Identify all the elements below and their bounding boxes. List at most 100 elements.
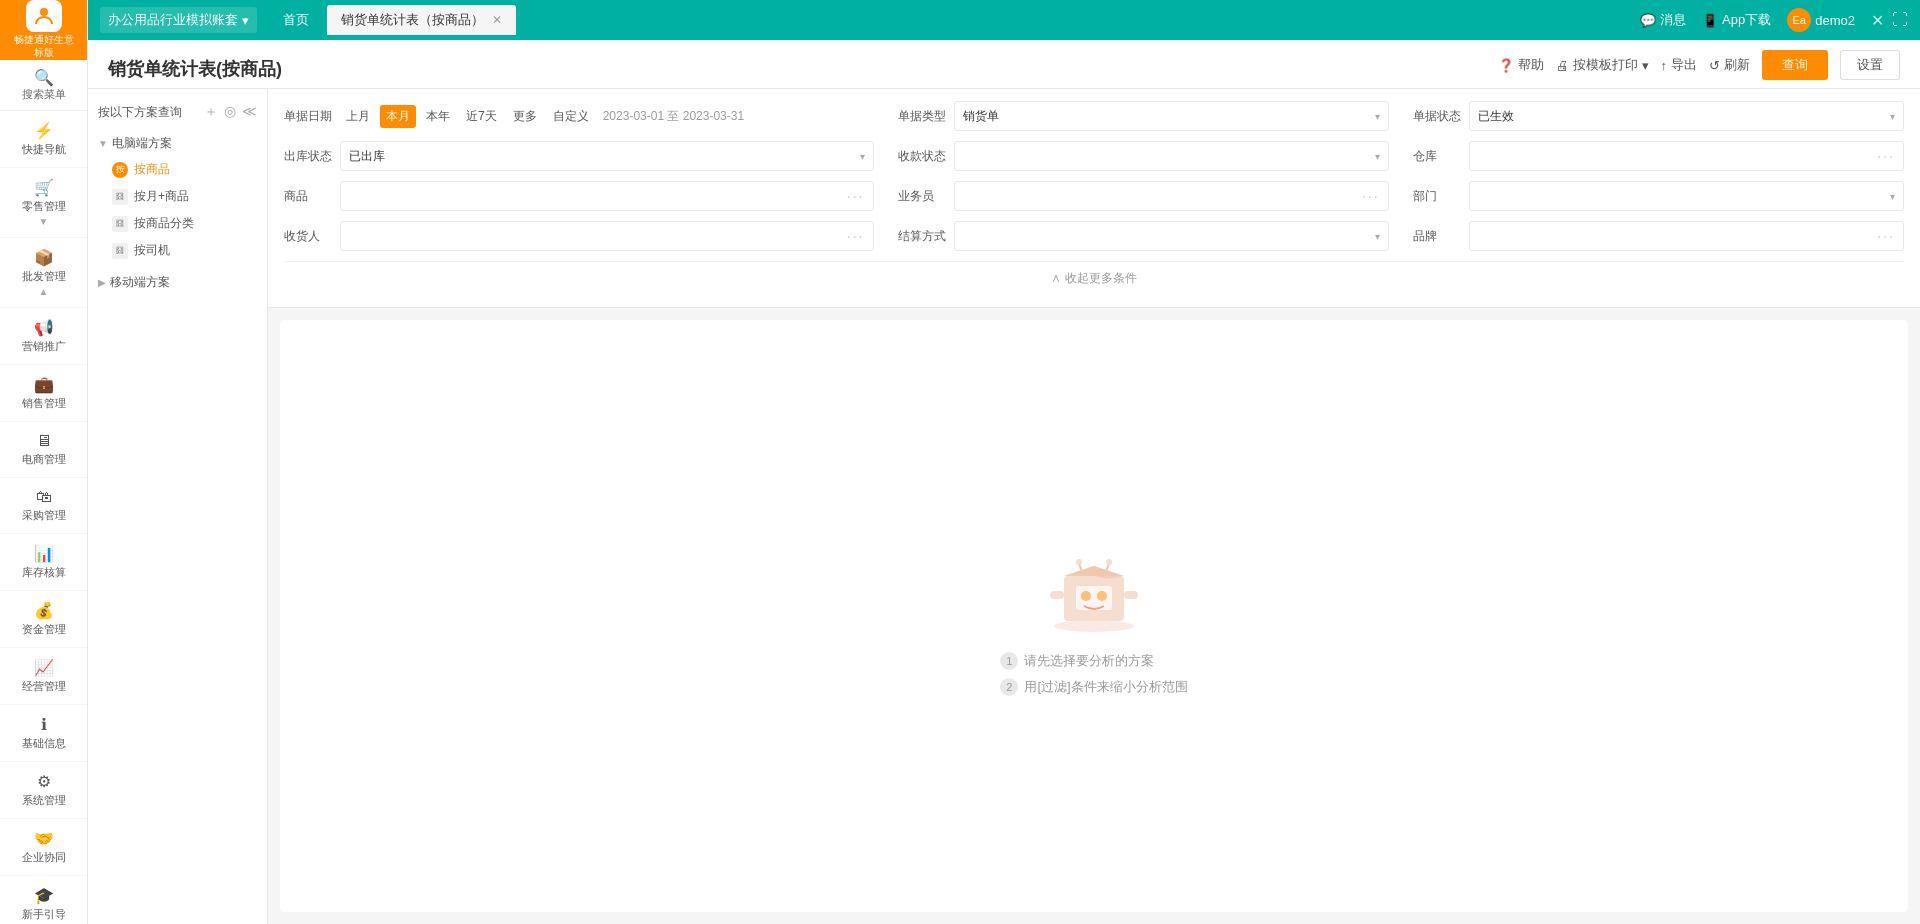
tab-close-icon[interactable]: ✕ — [492, 13, 502, 27]
date-tab-this-year[interactable]: 本年 — [420, 105, 456, 128]
staff-label: 业务员 — [898, 188, 946, 205]
product-more-icon: ··· — [847, 188, 865, 204]
tree-group-mobile: ▶ 移动端方案 — [88, 270, 267, 295]
finance-icon: 💰 — [34, 601, 54, 620]
date-tab-last-month[interactable]: 上月 — [340, 105, 376, 128]
filter-field-out-status: 出库状态 已出库 ▾ — [284, 141, 874, 171]
app-download-btn[interactable]: 📱 App下载 — [1702, 11, 1771, 29]
help-btn[interactable]: ❓ 帮助 — [1498, 56, 1544, 74]
user-avatar: Ea — [1787, 8, 1811, 32]
payment-select[interactable]: ▾ — [954, 221, 1389, 251]
collapse-more-label: ∧ 收起更多条件 — [1051, 271, 1136, 285]
message-btn[interactable]: 💬 消息 — [1640, 11, 1686, 29]
bill-type-label: 单据类型 — [898, 108, 946, 125]
brand-input[interactable]: ··· — [1469, 221, 1904, 251]
filter-field-bill-status: 单据状态 已生效 ▾ — [1413, 101, 1904, 131]
add-scheme-icon[interactable]: ＋ — [204, 103, 218, 121]
left-panel-title: 按以下方案查询 — [98, 104, 182, 121]
company-dropdown[interactable]: 办公用品行业模拟账套 ▾ — [100, 7, 257, 33]
collapse-panel-icon[interactable]: ≪ — [242, 103, 257, 121]
refresh-btn[interactable]: ↺ 刷新 — [1709, 56, 1750, 74]
tip-text-2: 用[过滤]条件来缩小分析范围 — [1024, 678, 1187, 696]
out-status-select[interactable]: 已出库 ▾ — [340, 141, 874, 171]
sidebar-item-marketing[interactable]: 📢 营销推广 — [0, 308, 87, 365]
marketing-label: 营销推广 — [22, 339, 66, 354]
sidebar-item-system[interactable]: ⚙ 系统管理 — [0, 762, 87, 819]
bill-status-select[interactable]: 已生效 ▾ — [1469, 101, 1904, 131]
ecommerce-label: 电商管理 — [22, 452, 66, 467]
date-tab-7days[interactable]: 近7天 — [460, 105, 503, 128]
finance-label: 资金管理 — [22, 622, 66, 637]
retail-icon: 🛒 — [34, 178, 54, 197]
product-input[interactable]: ··· — [340, 181, 874, 211]
message-label: 消息 — [1660, 11, 1686, 29]
window-maximize-icon[interactable]: ⛶ — [1892, 11, 1908, 29]
sidebar-item-ecommerce[interactable]: 🖥 电商管理 — [0, 422, 87, 478]
setting-button[interactable]: 设置 — [1840, 50, 1900, 80]
tree-item-by-driver[interactable]: 囧 按司机 — [88, 237, 267, 264]
sidebar-item-retail[interactable]: 🛒 零售管理 ▼ — [0, 168, 87, 238]
left-panel-header: 按以下方案查询 ＋ ◎ ≪ — [88, 99, 267, 125]
logo-icon — [26, 0, 62, 32]
tab-home[interactable]: 首页 — [269, 5, 323, 35]
query-button[interactable]: 查询 — [1762, 50, 1828, 80]
tree-group-mobile-text: 移动端方案 — [110, 274, 170, 291]
warehouse-label: 仓库 — [1413, 148, 1461, 165]
svg-point-4 — [1081, 591, 1091, 601]
tree-item-by-product[interactable]: 按 按商品 — [88, 156, 267, 183]
user-menu-btn[interactable]: Ea demo2 — [1787, 8, 1855, 32]
empty-state: 1 请先选择要分析的方案 2 用[过滤]条件来缩小分析范围 — [280, 320, 1908, 912]
tree-group-mobile-label[interactable]: ▶ 移动端方案 — [88, 270, 267, 295]
out-status-label: 出库状态 — [284, 148, 332, 165]
inventory-icon: 📊 — [34, 544, 54, 563]
sidebar-item-guide[interactable]: 🎓 新手引导 — [0, 876, 87, 924]
purchase-label: 采购管理 — [22, 508, 66, 523]
date-tab-custom[interactable]: 自定义 — [547, 105, 595, 128]
consignee-label: 收货人 — [284, 228, 332, 245]
edit-scheme-icon[interactable]: ◎ — [224, 103, 236, 121]
dept-select[interactable]: ▾ — [1469, 181, 1904, 211]
window-close-icon[interactable]: ✕ — [1871, 11, 1884, 30]
tree-item-by-category[interactable]: 囧 按商品分类 — [88, 210, 267, 237]
bill-type-arrow-icon: ▾ — [1375, 111, 1380, 122]
sidebar-item-quick-nav[interactable]: ⚡ 快捷导航 — [0, 111, 87, 168]
item-icon-category: 囧 — [112, 216, 128, 232]
bill-type-select[interactable]: 销货单 ▾ — [954, 101, 1389, 131]
tree-group-desktop-label[interactable]: ▼ 电脑端方案 — [88, 131, 267, 156]
sidebar-item-basic[interactable]: ℹ 基础信息 — [0, 705, 87, 762]
receipt-status-select[interactable]: ▾ — [954, 141, 1389, 171]
tab-sales-stat[interactable]: 销货单统计表（按商品） ✕ — [327, 5, 516, 35]
inventory-label: 库存核算 — [22, 565, 66, 580]
sidebar-item-finance[interactable]: 💰 资金管理 — [0, 591, 87, 648]
warehouse-input[interactable]: ··· — [1469, 141, 1904, 171]
export-btn[interactable]: ↑ 导出 — [1661, 56, 1698, 74]
bill-status-value: 已生效 — [1478, 108, 1514, 125]
sidebar-item-purchase[interactable]: 🛍 采购管理 — [0, 478, 87, 534]
dept-label: 部门 — [1413, 188, 1461, 205]
consignee-input[interactable]: ··· — [340, 221, 874, 251]
page-header: 销货单统计表(按商品) ❓ 帮助 🖨 按模板打印 ▾ ↑ 导出 ↺ 刷新 查询 … — [88, 40, 1920, 89]
filter-field-brand: 品牌 ··· — [1413, 221, 1904, 251]
sidebar-item-operation[interactable]: 📈 经营管理 — [0, 648, 87, 705]
bill-status-arrow-icon: ▾ — [1890, 111, 1895, 122]
empty-tips: 1 请先选择要分析的方案 2 用[过滤]条件来缩小分析范围 — [1000, 652, 1187, 696]
wholesale-label: 批发管理 — [22, 269, 66, 284]
out-status-value: 已出库 — [349, 148, 385, 165]
collapse-more-btn[interactable]: ∧ 收起更多条件 — [284, 261, 1904, 295]
date-tab-this-month[interactable]: 本月 — [380, 105, 416, 128]
date-tab-more[interactable]: 更多 — [507, 105, 543, 128]
sidebar-search[interactable]: 🔍 搜索菜单 — [0, 60, 87, 111]
sidebar-item-wholesale[interactable]: 📦 批发管理 ▲ — [0, 238, 87, 308]
refresh-label: 刷新 — [1724, 56, 1750, 74]
tab-home-label: 首页 — [283, 11, 309, 29]
filter-row-2: 出库状态 已出库 ▾ 收款状态 ▾ 仓库 — [284, 141, 1904, 171]
staff-input[interactable]: ··· — [954, 181, 1389, 211]
sidebar-item-sales[interactable]: 💼 销售管理 — [0, 365, 87, 422]
ecommerce-icon: 🖥 — [36, 432, 52, 450]
filter-area: 单据日期 上月 本月 本年 近7天 更多 自定义 2023-03-01 至 20… — [268, 89, 1920, 308]
sidebar-item-inventory[interactable]: 📊 库存核算 — [0, 534, 87, 591]
tree-item-by-month-product[interactable]: 囧 按月+商品 — [88, 183, 267, 210]
topbar: 办公用品行业模拟账套 ▾ 首页 销货单统计表（按商品） ✕ 💬 消息 📱 App… — [88, 0, 1920, 40]
sidebar-item-enterprise[interactable]: 🤝 企业协同 — [0, 819, 87, 876]
template-print-btn[interactable]: 🖨 按模板打印 ▾ — [1556, 56, 1649, 74]
